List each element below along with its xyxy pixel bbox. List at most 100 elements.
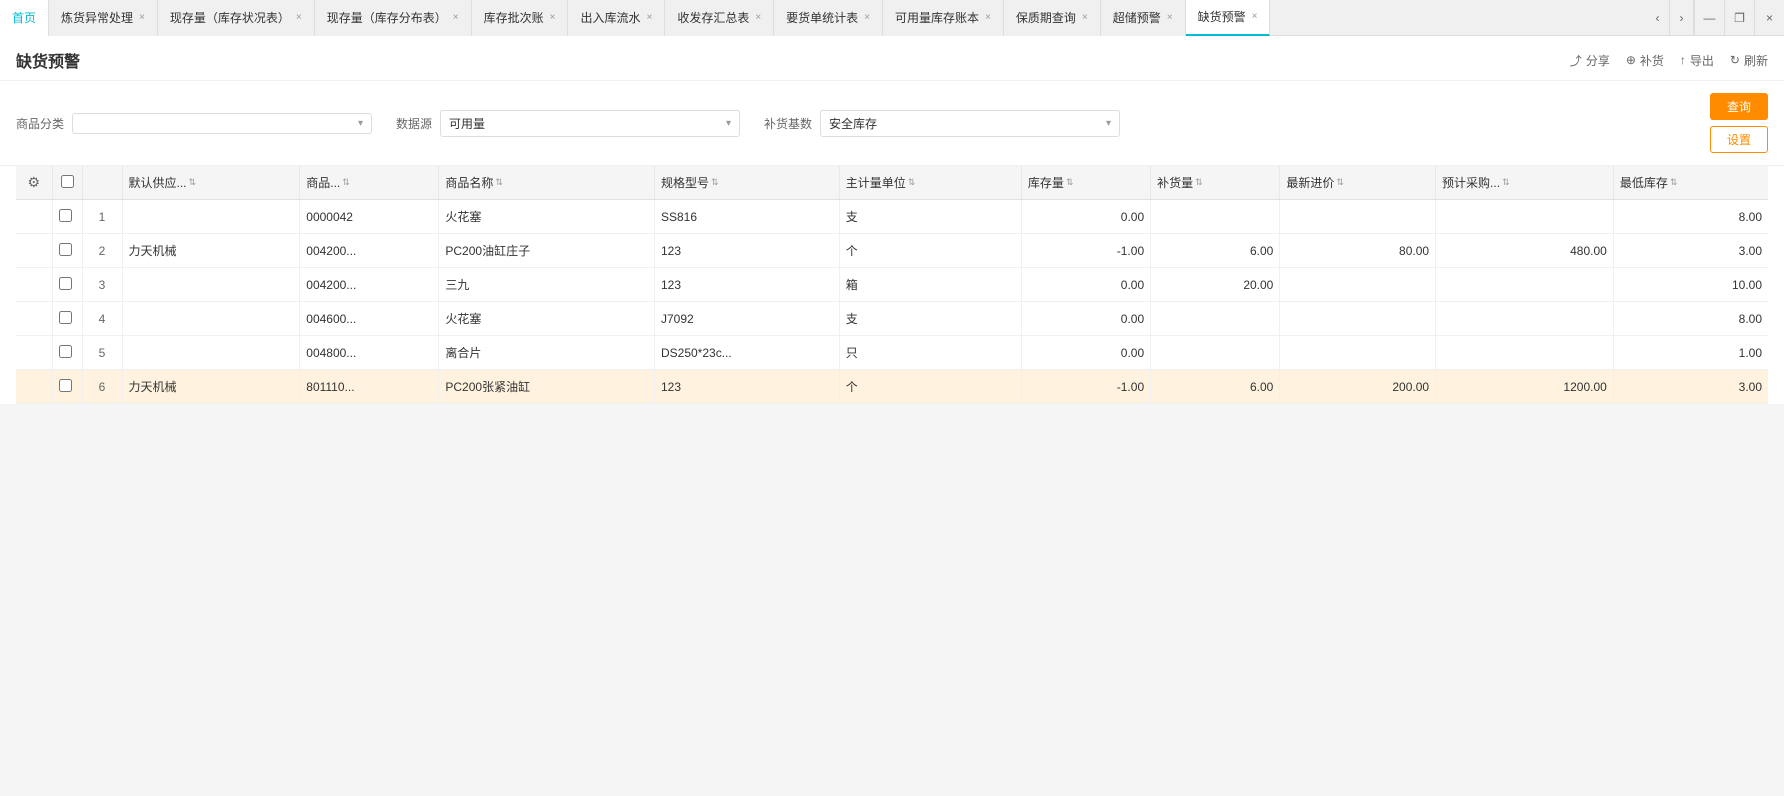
refresh-icon: ↻ xyxy=(1730,53,1740,67)
cell-latest-price xyxy=(1280,336,1436,370)
filter-actions: 查询 设置 xyxy=(1710,93,1768,153)
col-header-product-name: 商品名称 ⇅ xyxy=(439,166,655,200)
tab-shortage[interactable]: 缺货预警 × xyxy=(1186,0,1271,36)
datasource-select-value: 可用量 xyxy=(449,115,485,132)
row-checkbox[interactable] xyxy=(59,277,72,290)
tab-recv-summary[interactable]: 收发存汇总表× xyxy=(665,0,774,36)
tab-close-recv-summary[interactable]: × xyxy=(755,12,761,23)
row-checkbox[interactable] xyxy=(59,243,72,256)
row-checkbox[interactable] xyxy=(59,209,72,222)
cell-est-purchase xyxy=(1436,268,1614,302)
cell-unit: 支 xyxy=(839,302,1021,336)
tab-close-inventory-dist[interactable]: × xyxy=(453,12,459,23)
tab-label-inventory-status: 现存量（库存状况表） xyxy=(170,9,290,26)
tab-overstock[interactable]: 超储预警 × xyxy=(1101,0,1186,36)
tab-inventory-dist[interactable]: 现存量（库存分布表） × xyxy=(315,0,472,36)
cell-est-purchase: 480.00 xyxy=(1436,234,1614,268)
cell-product-code: 004200... xyxy=(300,268,439,302)
table-settings-gear[interactable]: ⚙ xyxy=(27,174,40,190)
tab-available-ledger[interactable]: 可用量库存账本× xyxy=(883,0,1004,36)
cell-est-purchase xyxy=(1436,200,1614,234)
tab-label-inventory-dist: 现存量（库存分布表） xyxy=(327,9,447,26)
tab-close-overstock[interactable]: × xyxy=(1167,12,1173,23)
cell-checkbox xyxy=(52,200,82,234)
cell-min-stock: 1.00 xyxy=(1613,336,1768,370)
cell-spec: 123 xyxy=(654,268,839,302)
tab-scroll-left[interactable]: ‹ xyxy=(1646,0,1670,36)
col-replenish-sort[interactable]: ⇅ xyxy=(1195,177,1203,188)
col-spec-sort[interactable]: ⇅ xyxy=(711,177,719,188)
query-button[interactable]: 查询 xyxy=(1710,93,1768,120)
tab-label-inout-flow: 出入库流水 xyxy=(580,9,640,26)
datasource-select[interactable]: 可用量 ▾ xyxy=(440,110,740,137)
row-checkbox[interactable] xyxy=(59,345,72,358)
cell-spec: 123 xyxy=(654,234,839,268)
cell-spec: J7092 xyxy=(654,302,839,336)
tab-close-available-ledger[interactable]: × xyxy=(985,12,991,23)
replenish-button[interactable]: ⊕ 补货 xyxy=(1626,52,1664,69)
col-latest-price-label: 最新进价 xyxy=(1286,174,1334,191)
col-min-stock-sort[interactable]: ⇅ xyxy=(1670,177,1678,188)
tab-close-shortage[interactable]: × xyxy=(1252,11,1258,22)
tab-label-exception: 炼货异常处理 xyxy=(61,9,133,26)
cell-settings xyxy=(16,336,52,370)
tab-home[interactable]: 首页 xyxy=(0,0,49,36)
export-button[interactable]: ↑ 导出 xyxy=(1680,52,1714,69)
cell-replenish: 6.00 xyxy=(1151,370,1280,404)
tab-close-exception[interactable]: × xyxy=(139,12,145,23)
replenish-basis-select[interactable]: 安全库存 ▾ xyxy=(820,110,1120,137)
col-header-est-purchase: 预计采购... ⇅ xyxy=(1436,166,1614,200)
setting-button[interactable]: 设置 xyxy=(1710,126,1768,153)
table-row: 5004800...离合片DS250*23c...只0.001.00 xyxy=(16,336,1768,370)
cell-settings xyxy=(16,200,52,234)
col-product-name-sort[interactable]: ⇅ xyxy=(495,177,503,188)
cell-spec: 123 xyxy=(654,370,839,404)
replenish-basis-value: 安全库存 xyxy=(829,115,877,132)
share-button[interactable]: ⤴ 分享 xyxy=(1570,52,1610,69)
select-all-checkbox[interactable] xyxy=(61,175,74,188)
cell-supplier: 力天机械 xyxy=(122,370,300,404)
cell-min-stock: 3.00 xyxy=(1613,234,1768,268)
col-product-code-sort[interactable]: ⇅ xyxy=(342,177,350,188)
window-minimize[interactable]: — xyxy=(1694,0,1724,36)
cell-num: 5 xyxy=(82,336,122,370)
tab-inout-flow[interactable]: 出入库流水 × xyxy=(568,0,665,36)
row-checkbox[interactable] xyxy=(59,311,72,324)
tab-batch-account[interactable]: 库存批次账 × xyxy=(472,0,569,36)
col-header-stock: 库存量 ⇅ xyxy=(1021,166,1150,200)
tab-expiry-query[interactable]: 保质期查询× xyxy=(1004,0,1101,36)
category-label: 商品分类 xyxy=(16,115,64,132)
replenish-basis-label: 补货基数 xyxy=(764,115,812,132)
tab-close-inventory-status[interactable]: × xyxy=(296,12,302,23)
tab-inventory-status[interactable]: 现存量（库存状况表） × xyxy=(158,0,315,36)
col-header-spec: 规格型号 ⇅ xyxy=(654,166,839,200)
category-select[interactable]: ▾ xyxy=(72,113,372,134)
cell-replenish: 6.00 xyxy=(1151,234,1280,268)
cell-product-name: 三九 xyxy=(439,268,655,302)
tab-label-shortage: 缺货预警 xyxy=(1198,8,1246,25)
cell-unit: 箱 xyxy=(839,268,1021,302)
tab-label-batch-account: 库存批次账 xyxy=(484,9,544,26)
tab-scroll-right[interactable]: › xyxy=(1670,0,1694,36)
col-unit-sort[interactable]: ⇅ xyxy=(908,177,916,188)
export-label: 导出 xyxy=(1690,52,1714,69)
col-latest-price-sort[interactable]: ⇅ xyxy=(1336,177,1344,188)
window-restore[interactable]: ❐ xyxy=(1724,0,1754,36)
tab-order-stats[interactable]: 要货单统计表× xyxy=(774,0,883,36)
col-header-checkbox xyxy=(52,166,82,200)
refresh-button[interactable]: ↻ 刷新 xyxy=(1730,52,1768,69)
col-supplier-sort[interactable]: ⇅ xyxy=(189,177,197,188)
tab-exception[interactable]: 炼货异常处理 × xyxy=(49,0,158,36)
row-checkbox[interactable] xyxy=(59,379,72,392)
tab-close-inout-flow[interactable]: × xyxy=(646,12,652,23)
tab-close-batch-account[interactable]: × xyxy=(550,12,556,23)
col-header-num xyxy=(82,166,122,200)
page-title: 缺货预警 xyxy=(16,48,80,72)
col-stock-sort[interactable]: ⇅ xyxy=(1066,177,1074,188)
tab-close-order-stats[interactable]: × xyxy=(864,12,870,23)
tab-label-overstock: 超储预警 xyxy=(1113,9,1161,26)
col-est-purchase-sort[interactable]: ⇅ xyxy=(1502,177,1510,188)
window-close[interactable]: × xyxy=(1754,0,1784,36)
category-dropdown-icon: ▾ xyxy=(358,118,363,129)
tab-close-expiry-query[interactable]: × xyxy=(1082,12,1088,23)
